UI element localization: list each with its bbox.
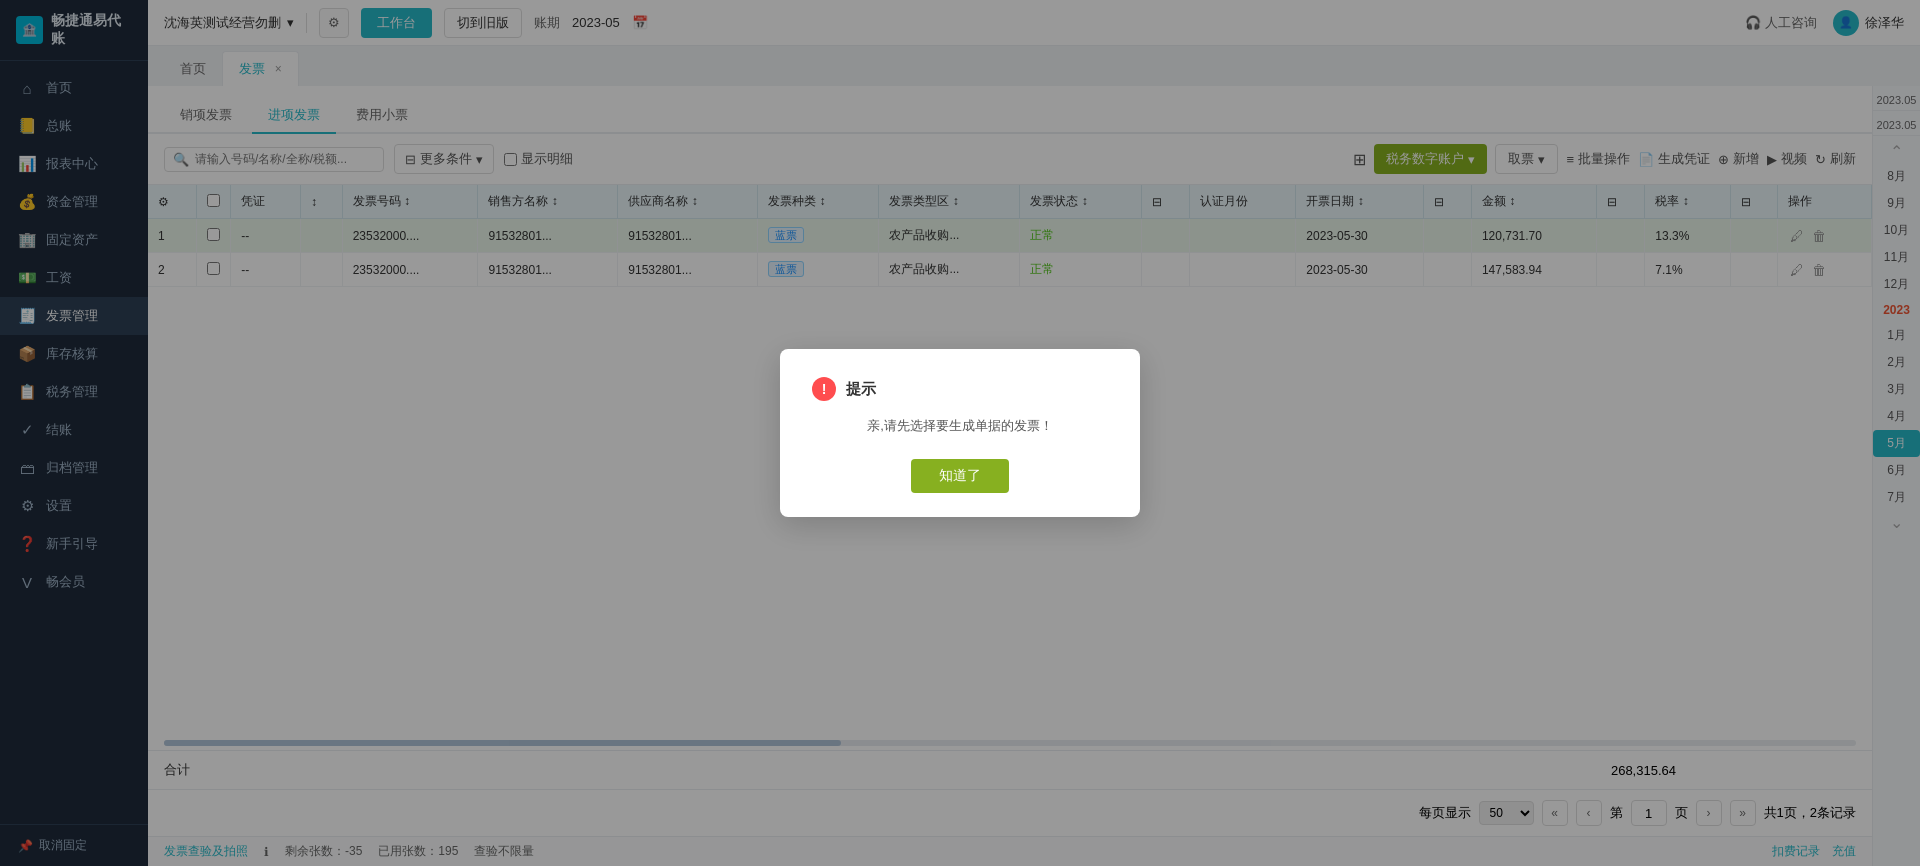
modal-header: ! 提示: [812, 377, 1108, 401]
warning-icon: !: [812, 377, 836, 401]
modal-title: 提示: [846, 380, 876, 399]
modal-dialog: ! 提示 亲,请先选择要生成单据的发票！ 知道了: [780, 349, 1140, 517]
modal-overlay: ! 提示 亲,请先选择要生成单据的发票！ 知道了: [0, 0, 1920, 866]
confirm-button[interactable]: 知道了: [911, 459, 1009, 493]
modal-footer: 知道了: [812, 459, 1108, 493]
modal-message: 亲,请先选择要生成单据的发票！: [812, 417, 1108, 435]
